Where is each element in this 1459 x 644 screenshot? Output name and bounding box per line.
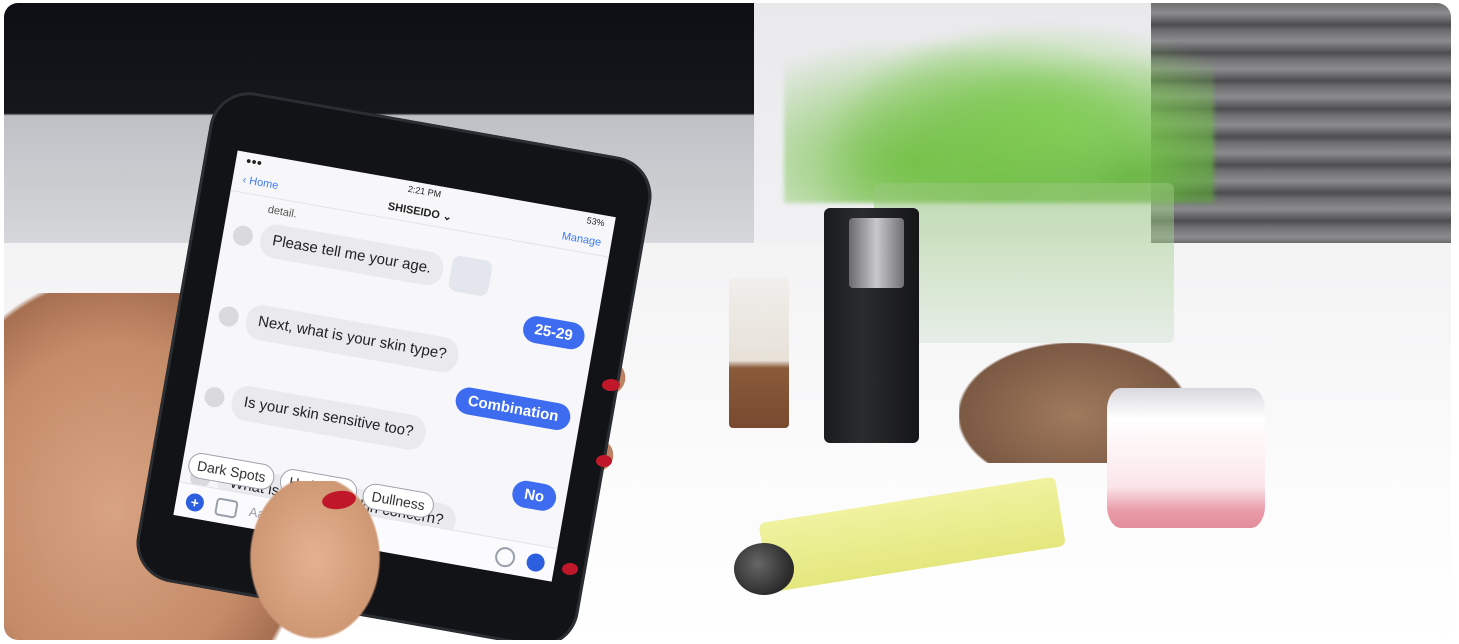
plus-icon[interactable]: + — [184, 491, 206, 513]
finger-nail — [596, 455, 612, 467]
photo-frame: ●●● 2:21 PM 53% ‹ Home SHISEIDO ⌄ Manage… — [4, 3, 1451, 640]
user-message: No — [510, 478, 559, 513]
glass-planter — [874, 183, 1174, 343]
pink-tin-can — [1107, 388, 1265, 528]
chat-title-text: SHISEIDO — [386, 200, 441, 222]
tube-cap — [734, 543, 794, 595]
manage-button[interactable]: Manage — [561, 230, 602, 249]
finger-nail — [602, 379, 620, 391]
finger-nail — [562, 563, 578, 575]
small-cosmetic-bottle — [729, 278, 789, 428]
bot-avatar — [202, 385, 227, 409]
signal-icon: ●●● — [245, 155, 264, 168]
thumb — [240, 481, 390, 640]
camera-icon[interactable] — [214, 496, 239, 519]
bot-avatar — [217, 305, 241, 329]
smartphone: ●●● 2:21 PM 53% ‹ Home SHISEIDO ⌄ Manage… — [130, 85, 658, 640]
back-label: Home — [248, 175, 280, 193]
serum-dropper-cap — [849, 218, 904, 288]
image-thumbnail — [447, 254, 494, 298]
wheatgrass-plant — [784, 3, 1214, 203]
user-message: 25-29 — [520, 313, 587, 352]
bot-avatar — [231, 224, 255, 248]
back-button[interactable]: ‹ Home — [242, 174, 280, 192]
emoji-icon[interactable] — [493, 545, 517, 569]
send-icon[interactable] — [525, 551, 547, 573]
chevron-down-icon: ⌄ — [441, 209, 453, 224]
battery-indicator: 53% — [585, 215, 606, 229]
